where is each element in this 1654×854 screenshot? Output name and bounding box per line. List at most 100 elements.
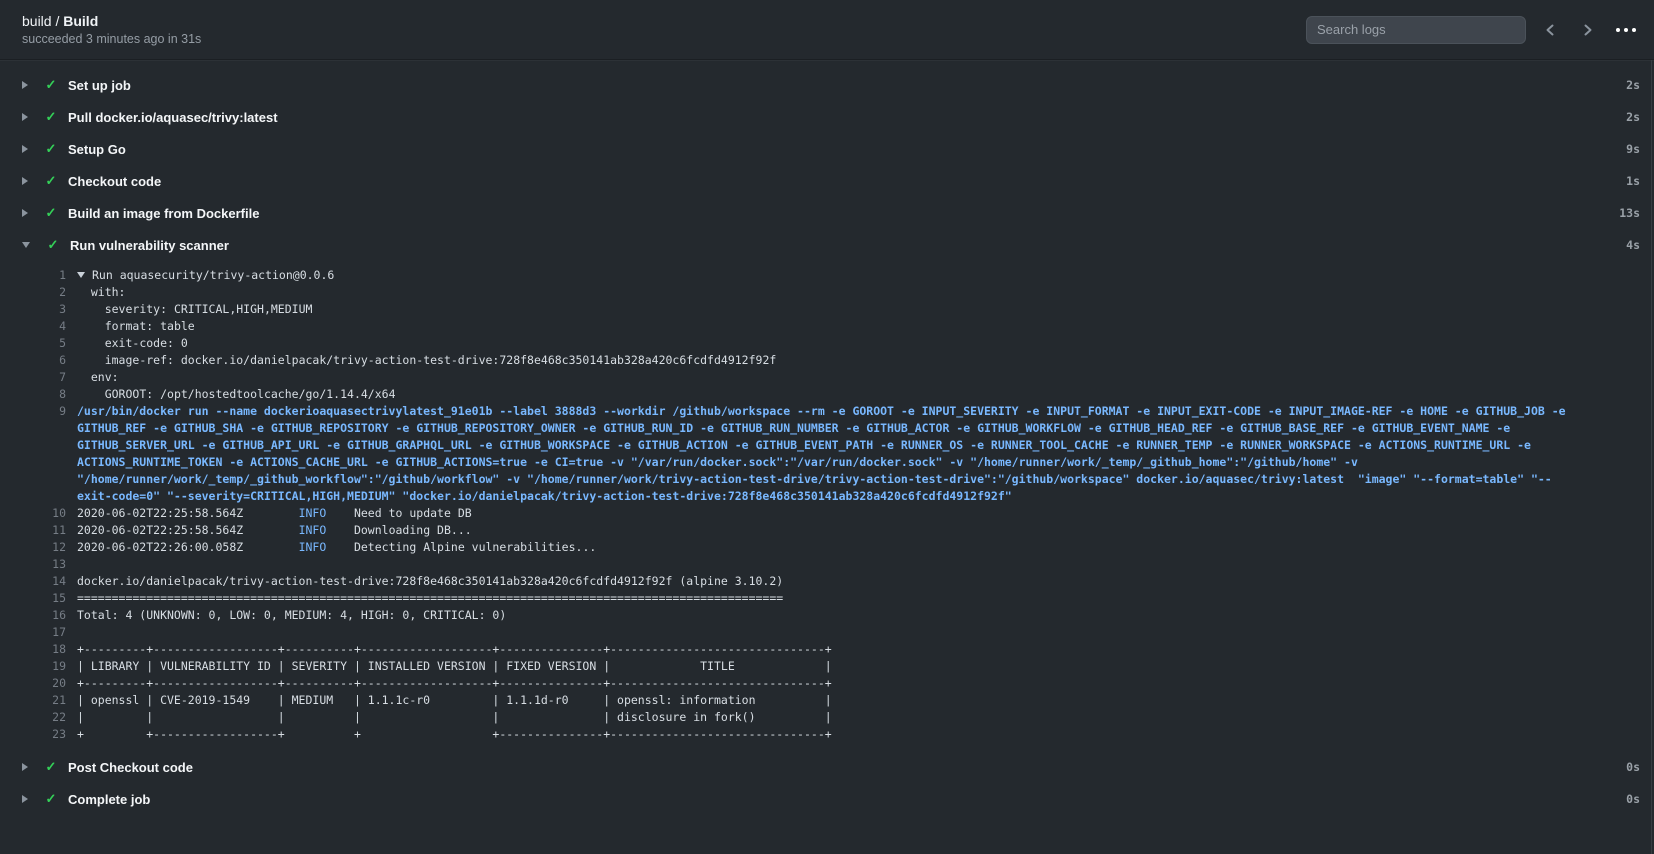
step-list: ✓ Set up job 2s ✓ Pull docker.io/aquasec/tri…	[0, 60, 1654, 815]
step-duration: 0s	[1626, 792, 1640, 806]
line-number[interactable]: 3	[22, 301, 66, 318]
line-number[interactable]: 17	[22, 624, 66, 641]
line-number[interactable]: 12	[22, 539, 66, 556]
chevron-right-icon	[22, 177, 28, 185]
step-duration: 13s	[1619, 206, 1640, 220]
line-number[interactable]: 15	[22, 590, 66, 607]
chevron-down-icon	[22, 242, 30, 248]
step-row[interactable]: ✓ Set up job 2s	[0, 69, 1654, 101]
log-segment: +---------+------------------+----------…	[77, 642, 832, 656]
next-match-button[interactable]	[1574, 16, 1602, 44]
chevron-right-icon	[22, 113, 28, 121]
log-segment: + +------------------+ + +--------------…	[77, 727, 832, 741]
step-label: Checkout code	[68, 173, 162, 189]
log-line: 23 + +------------------+ + +------------…	[0, 726, 1654, 743]
line-number[interactable]: 23	[22, 726, 66, 743]
search-input[interactable]	[1306, 15, 1526, 44]
line-number[interactable]: 8	[22, 386, 66, 403]
log-segment: | openssl | CVE-2019-1549 | MEDIUM | 1.1…	[77, 693, 832, 707]
log-segment: ========================================…	[77, 591, 784, 605]
log-text: | LIBRARY | VULNERABILITY ID | SEVERITY …	[77, 658, 1654, 675]
line-number[interactable]: 13	[22, 556, 66, 573]
line-number[interactable]: 16	[22, 607, 66, 624]
log-segment: 2020-06-02T22:25:58.564Z	[77, 506, 299, 520]
log-segment: | | | | | | disclosure in fork() |	[77, 710, 832, 724]
line-number[interactable]: 9	[22, 403, 66, 505]
log-segment: exit-code: 0	[77, 336, 188, 350]
log-text: env:	[77, 369, 1654, 386]
log-text: +---------+------------------+----------…	[77, 675, 1654, 692]
log-line: 8 GOROOT: /opt/hostedtoolcache/go/1.14.4…	[0, 386, 1654, 403]
step-label: Complete job	[68, 791, 151, 807]
line-number[interactable]: 7	[22, 369, 66, 386]
log-line: 5 exit-code: 0	[0, 335, 1654, 352]
chevron-right-icon	[22, 795, 28, 803]
step-row[interactable]: ✓ Complete job 0s	[0, 783, 1654, 815]
log-line: 17	[0, 624, 1654, 641]
prev-match-button[interactable]	[1536, 16, 1564, 44]
line-number[interactable]: 6	[22, 352, 66, 369]
job-status: succeeded 3 minutes ago in 31s	[22, 32, 202, 46]
log-text: severity: CRITICAL,HIGH,MEDIUM	[77, 301, 1654, 318]
check-icon: ✓	[45, 109, 57, 124]
line-number[interactable]: 5	[22, 335, 66, 352]
log-segment: 2020-06-02T22:25:58.564Z	[77, 523, 299, 537]
line-number[interactable]: 14	[22, 573, 66, 590]
log-text: GOROOT: /opt/hostedtoolcache/go/1.14.4/x…	[77, 386, 1654, 403]
line-number[interactable]: 11	[22, 522, 66, 539]
log-segment: 2020-06-02T22:26:00.058Z	[77, 540, 299, 554]
step-row[interactable]: ✓ Run vulnerability scanner 4s	[0, 229, 1654, 261]
chevron-right-icon	[22, 145, 28, 153]
line-number[interactable]: 21	[22, 692, 66, 709]
log-text: ========================================…	[77, 590, 1654, 607]
log-segment: INFO	[298, 506, 327, 520]
line-number[interactable]: 19	[22, 658, 66, 675]
log-segment: severity: CRITICAL,HIGH,MEDIUM	[77, 302, 313, 316]
line-number[interactable]: 4	[22, 318, 66, 335]
step-label: Set up job	[68, 77, 131, 93]
step-label: Run vulnerability scanner	[70, 237, 229, 253]
step-row[interactable]: ✓ Build an image from Dockerfile 13s	[0, 197, 1654, 229]
step-row[interactable]: ✓ Post Checkout code 0s	[0, 751, 1654, 783]
log-text: format: table	[77, 318, 1654, 335]
step-row[interactable]: ✓ Setup Go 9s	[0, 133, 1654, 165]
line-number[interactable]: 10	[22, 505, 66, 522]
check-icon: ✓	[47, 237, 59, 252]
kebab-horizontal-icon	[1616, 27, 1636, 32]
step-label: Build an image from Dockerfile	[68, 205, 260, 221]
log-line: 19 | LIBRARY | VULNERABILITY ID | SEVERIT…	[0, 658, 1654, 675]
log-output: 1 Run aquasecurity/trivy-action@0.0.6 2 wi…	[0, 261, 1654, 751]
log-segment: Need to update DB	[326, 506, 472, 520]
log-line: 13	[0, 556, 1654, 573]
log-line: 9/usr/bin/docker run --name dockerioaqua…	[0, 403, 1654, 505]
step-row[interactable]: ✓ Pull docker.io/aquasec/trivy:latest 2s	[0, 101, 1654, 133]
log-text: | openssl | CVE-2019-1549 | MEDIUM | 1.1…	[77, 692, 1654, 709]
log-line: 14 docker.io/danielpacak/trivy-action-tes…	[0, 573, 1654, 590]
line-number[interactable]: 20	[22, 675, 66, 692]
log-line: 16 Total: 4 (UNKNOWN: 0, LOW: 0, MEDIUM: …	[0, 607, 1654, 624]
step-duration: 2s	[1626, 110, 1640, 124]
log-segment: Run aquasecurity/trivy-action@0.0.6	[92, 268, 335, 282]
more-options-button[interactable]	[1612, 16, 1640, 44]
step-label: Setup Go	[68, 141, 126, 157]
step-duration: 9s	[1626, 142, 1640, 156]
log-text: Run aquasecurity/trivy-action@0.0.6	[77, 267, 1654, 284]
step-label: Post Checkout code	[68, 759, 193, 775]
log-line: 2 with:	[0, 284, 1654, 301]
step-duration: 4s	[1626, 238, 1640, 252]
check-icon: ✓	[45, 77, 57, 92]
line-number[interactable]: 1	[22, 267, 66, 284]
check-icon: ✓	[45, 141, 57, 156]
line-number[interactable]: 2	[22, 284, 66, 301]
log-line: 7 env:	[0, 369, 1654, 386]
line-number[interactable]: 22	[22, 709, 66, 726]
collapse-group-icon[interactable]	[77, 272, 85, 278]
log-line: 3 severity: CRITICAL,HIGH,MEDIUM	[0, 301, 1654, 318]
log-text: with:	[77, 284, 1654, 301]
log-segment: with:	[77, 285, 126, 299]
log-line: 10 2020-06-02T22:25:58.564Z INFO Need to …	[0, 505, 1654, 522]
line-number[interactable]: 18	[22, 641, 66, 658]
log-segment: docker.io/danielpacak/trivy-action-test-…	[77, 574, 784, 588]
log-text: /usr/bin/docker run --name dockerioaquas…	[77, 403, 1654, 505]
step-row[interactable]: ✓ Checkout code 1s	[0, 165, 1654, 197]
